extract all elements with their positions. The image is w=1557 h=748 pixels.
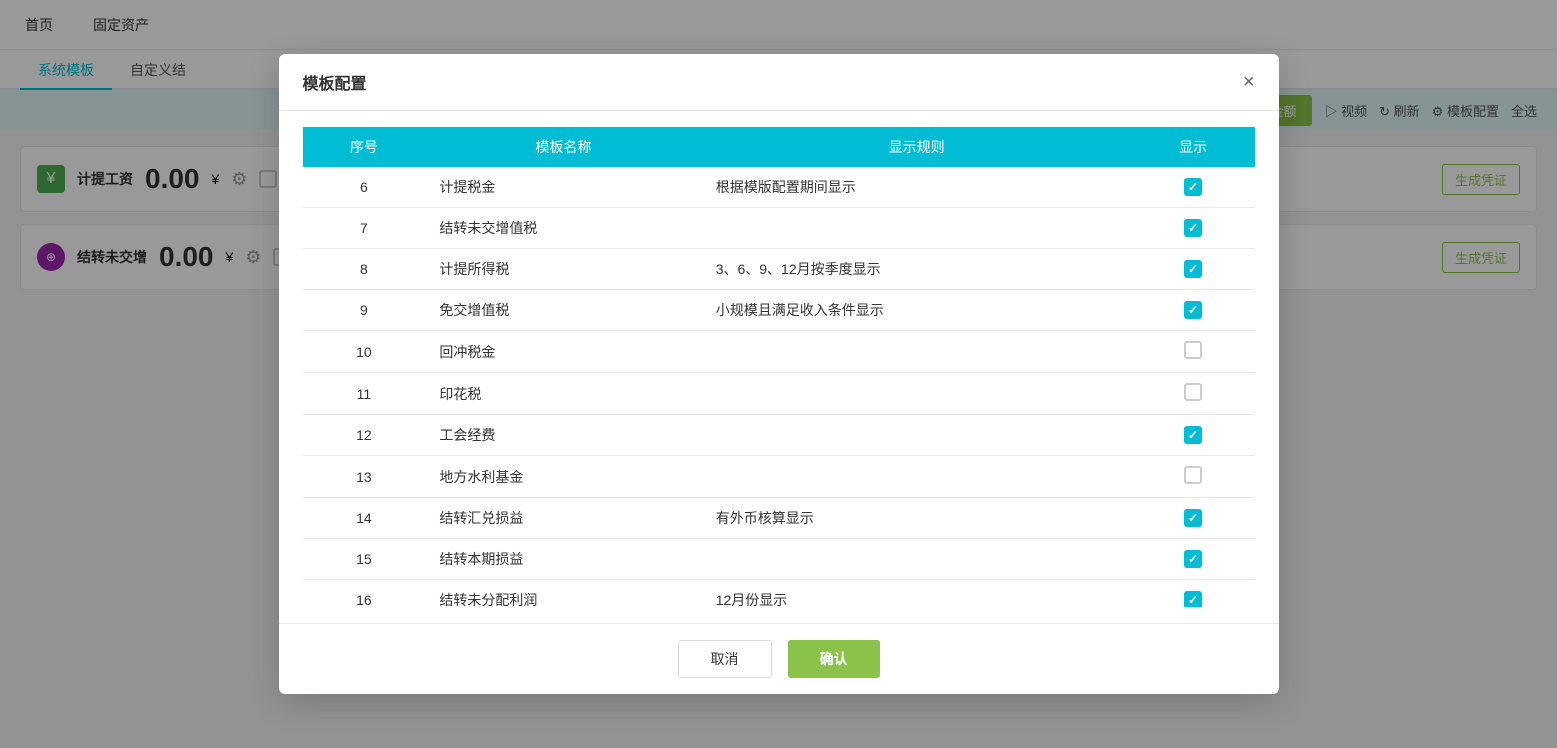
checkbox-4[interactable] — [1184, 341, 1202, 359]
cell-seq-5: 11 — [303, 373, 426, 415]
checkbox-10[interactable] — [1184, 591, 1202, 607]
cell-seq-7: 13 — [303, 456, 426, 498]
cell-check-3 — [1132, 290, 1255, 331]
cell-check-1 — [1132, 208, 1255, 249]
cell-name-2: 计提所得税 — [425, 249, 701, 290]
cell-rule-5 — [702, 373, 1132, 415]
checkbox-8[interactable] — [1184, 509, 1202, 527]
cell-name-9: 结转本期损益 — [425, 539, 701, 580]
table-row: 6计提税金根据模版配置期间显示 — [303, 167, 1255, 208]
table-scroll-container[interactable]: 序号 模板名称 显示规则 显示 6计提税金根据模版配置期间显示7结转未交增值税8… — [303, 127, 1255, 607]
cell-name-7: 地方水利基金 — [425, 456, 701, 498]
table-row: 12工会经费 — [303, 415, 1255, 456]
cell-check-10 — [1132, 580, 1255, 608]
table-row: 15结转本期损益 — [303, 539, 1255, 580]
cell-seq-1: 7 — [303, 208, 426, 249]
checkbox-0[interactable] — [1184, 178, 1202, 196]
cell-check-4 — [1132, 331, 1255, 373]
cell-rule-2: 3、6、9、12月按季度显示 — [702, 249, 1132, 290]
modal-footer: 取消 确认 — [279, 623, 1279, 694]
cell-name-3: 免交增值税 — [425, 290, 701, 331]
modal-title: 模板配置 — [303, 70, 367, 94]
cell-seq-6: 12 — [303, 415, 426, 456]
cell-seq-2: 8 — [303, 249, 426, 290]
cell-name-6: 工会经费 — [425, 415, 701, 456]
cell-seq-8: 14 — [303, 498, 426, 539]
cell-name-4: 回冲税金 — [425, 331, 701, 373]
table-row: 9免交增值税小规模且满足收入条件显示 — [303, 290, 1255, 331]
confirm-button[interactable]: 确认 — [788, 640, 880, 678]
config-table: 序号 模板名称 显示规则 显示 6计提税金根据模版配置期间显示7结转未交增值税8… — [303, 127, 1255, 607]
col-rule: 显示规则 — [702, 127, 1132, 167]
modal-close-button[interactable]: × — [1243, 72, 1255, 92]
cell-check-0 — [1132, 167, 1255, 208]
cell-seq-10: 16 — [303, 580, 426, 608]
cell-check-9 — [1132, 539, 1255, 580]
modal-overlay: 模板配置 × 序号 模板名称 显示规则 显示 6计提税金根据模版配置期间显 — [0, 0, 1557, 748]
table-header-row: 序号 模板名称 显示规则 显示 — [303, 127, 1255, 167]
cell-rule-8: 有外币核算显示 — [702, 498, 1132, 539]
cell-rule-1 — [702, 208, 1132, 249]
cancel-button[interactable]: 取消 — [678, 640, 772, 678]
cell-check-8 — [1132, 498, 1255, 539]
table-row: 13地方水利基金 — [303, 456, 1255, 498]
col-name: 模板名称 — [425, 127, 701, 167]
template-config-modal: 模板配置 × 序号 模板名称 显示规则 显示 6计提税金根据模版配置期间显 — [279, 54, 1279, 694]
table-row: 16结转未分配利润12月份显示 — [303, 580, 1255, 608]
cell-seq-4: 10 — [303, 331, 426, 373]
table-row: 8计提所得税3、6、9、12月按季度显示 — [303, 249, 1255, 290]
modal-header: 模板配置 × — [279, 54, 1279, 111]
col-seq: 序号 — [303, 127, 426, 167]
cell-name-10: 结转未分配利润 — [425, 580, 701, 608]
cell-seq-9: 15 — [303, 539, 426, 580]
checkbox-3[interactable] — [1184, 301, 1202, 319]
cell-check-7 — [1132, 456, 1255, 498]
cell-seq-3: 9 — [303, 290, 426, 331]
cell-name-1: 结转未交增值税 — [425, 208, 701, 249]
checkbox-1[interactable] — [1184, 219, 1202, 237]
cell-rule-10: 12月份显示 — [702, 580, 1132, 608]
cell-name-0: 计提税金 — [425, 167, 701, 208]
cell-rule-9 — [702, 539, 1132, 580]
cell-check-6 — [1132, 415, 1255, 456]
table-row: 10回冲税金 — [303, 331, 1255, 373]
cell-rule-3: 小规模且满足收入条件显示 — [702, 290, 1132, 331]
cell-rule-0: 根据模版配置期间显示 — [702, 167, 1132, 208]
checkbox-7[interactable] — [1184, 466, 1202, 484]
checkbox-2[interactable] — [1184, 260, 1202, 278]
col-display: 显示 — [1132, 127, 1255, 167]
table-row: 7结转未交增值税 — [303, 208, 1255, 249]
checkbox-9[interactable] — [1184, 550, 1202, 568]
cell-check-5 — [1132, 373, 1255, 415]
table-row: 11印花税 — [303, 373, 1255, 415]
cell-rule-7 — [702, 456, 1132, 498]
cell-check-2 — [1132, 249, 1255, 290]
cell-name-5: 印花税 — [425, 373, 701, 415]
cell-seq-0: 6 — [303, 167, 426, 208]
cell-rule-6 — [702, 415, 1132, 456]
cell-rule-4 — [702, 331, 1132, 373]
cell-name-8: 结转汇兑损益 — [425, 498, 701, 539]
table-row: 14结转汇兑损益有外币核算显示 — [303, 498, 1255, 539]
checkbox-5[interactable] — [1184, 383, 1202, 401]
checkbox-6[interactable] — [1184, 426, 1202, 444]
modal-body: 序号 模板名称 显示规则 显示 6计提税金根据模版配置期间显示7结转未交增值税8… — [279, 111, 1279, 623]
